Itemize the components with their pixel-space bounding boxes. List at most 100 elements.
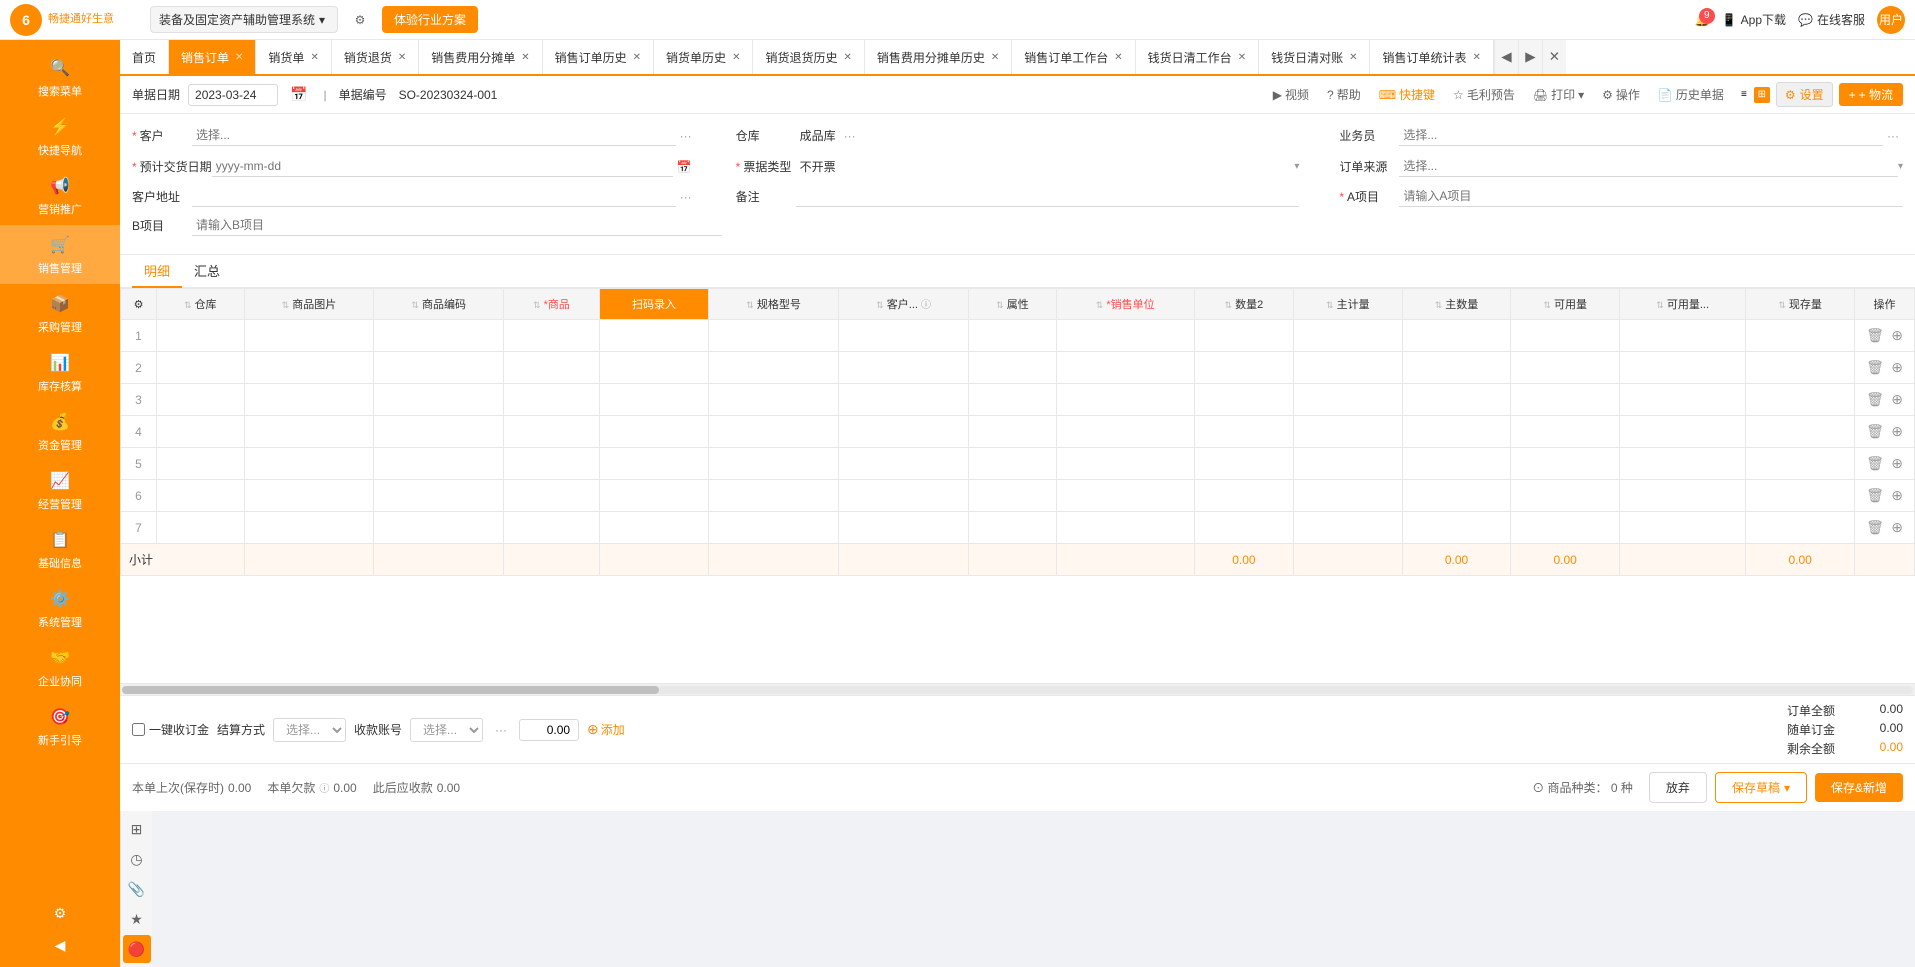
row6-main-unit[interactable] <box>1294 480 1403 512</box>
sidebar-collapse-btn[interactable]: ◀ <box>46 931 74 959</box>
warehouse-more-icon[interactable]: ··· <box>840 129 860 143</box>
row1-customer-code[interactable] <box>838 320 968 352</box>
tab-sales-invoice-history[interactable]: 销货单历史 ✕ <box>654 40 753 74</box>
row7-image[interactable] <box>244 512 374 544</box>
row7-product[interactable] <box>504 512 600 544</box>
auto-close-checkbox[interactable] <box>132 723 145 736</box>
row7-main-qty[interactable] <box>1402 512 1511 544</box>
delivery-calendar-icon[interactable]: 📅 <box>673 160 696 174</box>
sidebar-item-search[interactable]: 🔍 搜索菜单 <box>0 48 120 107</box>
th-spec[interactable]: ⇅ 规格型号 <box>709 289 839 320</box>
ticket-type-arrow[interactable]: ▾ <box>1294 161 1299 172</box>
tab-home[interactable]: 首页 <box>120 40 169 74</box>
row3-main-qty[interactable] <box>1402 384 1511 416</box>
add-payment-btn[interactable]: ⊕ 添加 <box>587 721 625 738</box>
sidebar-item-basicinfo[interactable]: 📋 基础信息 <box>0 520 120 579</box>
row7-main-unit[interactable] <box>1294 512 1403 544</box>
row1-stock[interactable] <box>1746 320 1855 352</box>
row4-available[interactable] <box>1511 416 1620 448</box>
date-input[interactable] <box>188 84 278 106</box>
tab-daily-clear-workbench[interactable]: 钱货日清工作台 ✕ <box>1136 40 1259 74</box>
row6-image[interactable] <box>244 480 374 512</box>
row6-unit[interactable] <box>1056 480 1194 512</box>
row5-unit[interactable] <box>1056 448 1194 480</box>
row7-delete-btn[interactable]: 🗑 <box>1864 517 1886 538</box>
row3-attr[interactable] <box>969 384 1057 416</box>
row3-delete-btn[interactable]: 🗑 <box>1864 389 1886 410</box>
remark-input[interactable] <box>796 186 1300 207</box>
row1-attr[interactable] <box>969 320 1057 352</box>
tab-sales-return[interactable]: 销货退货 ✕ <box>332 40 419 74</box>
row7-attr[interactable] <box>969 512 1057 544</box>
solution-button[interactable]: 体验行业方案 <box>382 6 478 33</box>
bank-more-icon[interactable]: ··· <box>491 723 511 737</box>
row7-unit[interactable] <box>1056 512 1194 544</box>
tab-close-icon[interactable]: ✕ <box>1349 52 1357 63</box>
row4-product[interactable] <box>504 416 600 448</box>
tab-sales-expense[interactable]: 销售费用分摊单 ✕ <box>419 40 542 74</box>
row6-spec[interactable] <box>709 480 839 512</box>
right-tool-alert[interactable]: 🔴 <box>123 935 151 963</box>
row1-spec[interactable] <box>709 320 839 352</box>
help-btn[interactable]: ? 帮助 <box>1321 84 1367 105</box>
row4-copy-btn[interactable]: ⊕ <box>1889 421 1905 442</box>
delivery-date-input[interactable] <box>212 156 673 177</box>
th-setting[interactable]: ⚙ <box>121 289 157 320</box>
horizontal-scrollbar[interactable] <box>120 683 1915 695</box>
row5-available2[interactable] <box>1619 448 1745 480</box>
sidebar-item-marketing[interactable]: 📢 营销推广 <box>0 166 120 225</box>
row4-available2[interactable] <box>1619 416 1745 448</box>
row1-product[interactable] <box>504 320 600 352</box>
row2-available2[interactable] <box>1619 352 1745 384</box>
grid-view-btn[interactable]: ⊞ <box>1754 87 1770 103</box>
row2-available[interactable] <box>1511 352 1620 384</box>
row5-main-qty[interactable] <box>1402 448 1511 480</box>
row5-main-unit[interactable] <box>1294 448 1403 480</box>
row1-code[interactable] <box>374 320 504 352</box>
row2-stock[interactable] <box>1746 352 1855 384</box>
row6-delete-btn[interactable]: 🗑 <box>1864 485 1886 506</box>
th-qty2[interactable]: ⇅ 数量2 <box>1194 289 1293 320</box>
row6-product[interactable] <box>504 480 600 512</box>
row3-image[interactable] <box>244 384 374 416</box>
save-draft-btn[interactable]: 保存草稿 ▾ <box>1715 772 1807 803</box>
row3-available[interactable] <box>1511 384 1620 416</box>
row7-qty2[interactable] <box>1194 512 1293 544</box>
row2-customer-code[interactable] <box>838 352 968 384</box>
row4-image[interactable] <box>244 416 374 448</box>
row5-available[interactable] <box>1511 448 1620 480</box>
view-btn[interactable]: ▶ 视频 <box>1267 84 1315 105</box>
row3-stock[interactable] <box>1746 384 1855 416</box>
app-download-btn[interactable]: 📱 App下载 <box>1722 11 1786 28</box>
tab-expense-history[interactable]: 销售费用分摊单历史 ✕ <box>865 40 1012 74</box>
row2-image[interactable] <box>244 352 374 384</box>
row5-stock[interactable] <box>1746 448 1855 480</box>
sidebar-item-inventory[interactable]: 📊 库存核算 <box>0 343 120 402</box>
row2-copy-btn[interactable]: ⊕ <box>1889 357 1905 378</box>
calendar-icon[interactable]: 📅 <box>286 86 311 103</box>
bank-select[interactable]: 选择... <box>410 718 483 742</box>
row5-attr[interactable] <box>969 448 1057 480</box>
tab-close-icon[interactable]: ✕ <box>1473 52 1481 63</box>
row5-customer-code[interactable] <box>838 448 968 480</box>
row1-image[interactable] <box>244 320 374 352</box>
th-image[interactable]: ⇅ 商品图片 <box>244 289 374 320</box>
row6-qty2[interactable] <box>1194 480 1293 512</box>
row6-customer-code[interactable] <box>838 480 968 512</box>
row4-attr[interactable] <box>969 416 1057 448</box>
right-tool-history[interactable]: ◷ <box>123 845 151 873</box>
tab-close-icon[interactable]: ✕ <box>1114 52 1122 63</box>
profit-btn[interactable]: ☆ 毛利预告 <box>1447 84 1521 105</box>
row4-qty2[interactable] <box>1194 416 1293 448</box>
th-main-qty[interactable]: ⇅ 主数量 <box>1402 289 1511 320</box>
row2-spec[interactable] <box>709 352 839 384</box>
discard-btn[interactable]: 放弃 <box>1649 772 1707 803</box>
row7-available[interactable] <box>1511 512 1620 544</box>
row2-delete-btn[interactable]: 🗑 <box>1864 357 1886 378</box>
row2-code[interactable] <box>374 352 504 384</box>
th-attr[interactable]: ⇅ 属性 <box>969 289 1057 320</box>
tab-daily-reconcile[interactable]: 钱货日清对账 ✕ <box>1259 40 1370 74</box>
row6-warehouse[interactable] <box>157 480 245 512</box>
row7-copy-btn[interactable]: ⊕ <box>1889 517 1905 538</box>
row2-product[interactable] <box>504 352 600 384</box>
